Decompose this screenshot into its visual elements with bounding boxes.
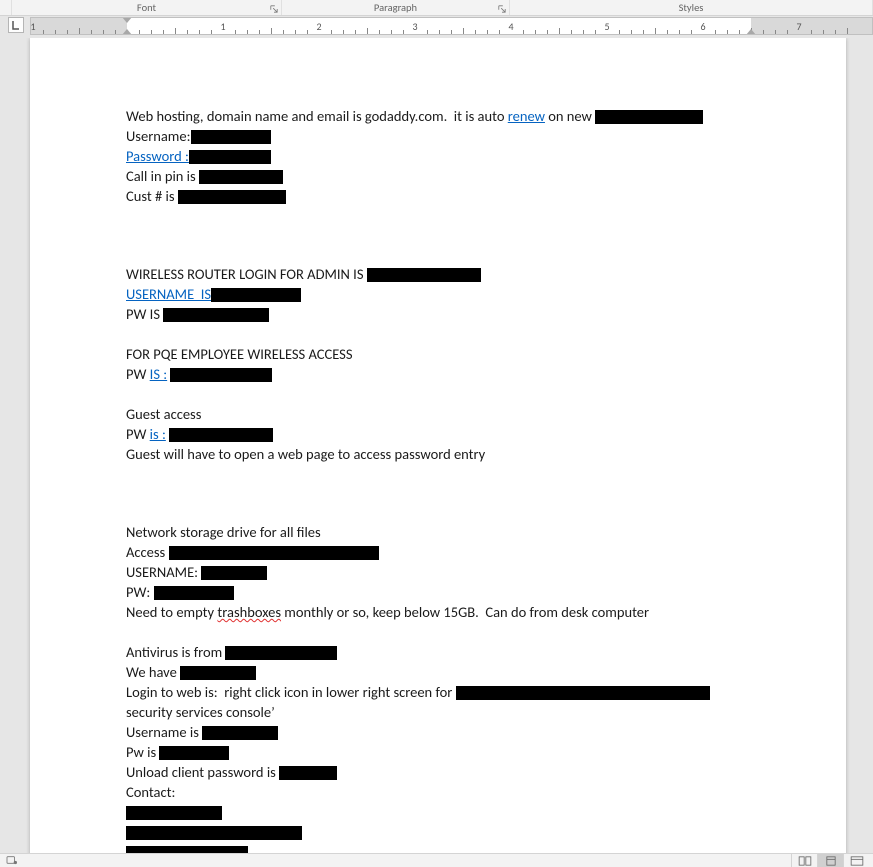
ruler-number: 4 [508, 20, 513, 33]
web-layout-view-button[interactable] [843, 854, 869, 867]
macro-recording-icon[interactable] [6, 851, 18, 867]
ribbon-group-styles: Styles [510, 0, 873, 15]
redacted-text [163, 308, 269, 322]
redacted-text [199, 170, 283, 184]
ruler-gutter [0, 16, 30, 38]
redacted-text [595, 110, 703, 124]
redacted-text [178, 190, 286, 204]
right-indent-marker[interactable] [746, 29, 756, 35]
ruler-number: 1 [220, 20, 225, 33]
document-line: Username: [126, 126, 750, 146]
document-line: Guest will have to open a web page to ac… [126, 444, 750, 464]
redacted-text [191, 130, 271, 144]
document-line: Username is [126, 722, 750, 742]
document-line: Access [126, 542, 750, 562]
redacted-text [126, 826, 302, 840]
horizontal-ruler[interactable]: 1 2 3 4 5 6 7 1 [30, 17, 873, 35]
document-line [126, 802, 750, 822]
document-line: Need to empty trashboxes monthly or so, … [126, 602, 750, 622]
document-line: WIRELESS ROUTER LOGIN FOR ADMIN IS [126, 264, 750, 284]
blank-line [126, 464, 750, 522]
ruler-number: 3 [412, 20, 417, 33]
redacted-text [279, 766, 337, 780]
hanging-indent-marker[interactable] [122, 29, 132, 35]
hyperlink[interactable]: renew [508, 107, 545, 125]
redacted-text [189, 150, 271, 164]
document-line: Password : [126, 146, 750, 166]
hyperlink[interactable]: USERNAME IS [126, 285, 211, 303]
blank-line [126, 324, 750, 344]
blank-line [126, 206, 750, 264]
document-line: Cust # is [126, 186, 750, 206]
redacted-text [201, 566, 267, 580]
hyperlink[interactable]: Password : [126, 147, 189, 165]
document-line: We have [126, 662, 750, 682]
hyperlink[interactable]: is : [150, 425, 166, 443]
document-line: FOR PQE EMPLOYEE WIRELESS ACCESS [126, 344, 750, 364]
ribbon-group-font: Font [12, 0, 282, 15]
ribbon-group-labels: Font Paragraph Styles [0, 0, 873, 16]
redacted-text [225, 646, 337, 660]
document-line: PW is : [126, 424, 750, 444]
status-bar [0, 853, 873, 867]
document-line: Guest access [126, 404, 750, 424]
redacted-text [170, 368, 272, 382]
ribbon-group-styles-label: Styles [679, 1, 704, 14]
document-line: USERNAME: [126, 562, 750, 582]
redacted-text [126, 806, 222, 820]
document-line: Network storage drive for all files [126, 522, 750, 542]
ruler-number: 7 [796, 20, 801, 33]
document-line: Web hosting, domain name and email is go… [126, 106, 750, 126]
redacted-text [456, 686, 710, 700]
document-viewport[interactable]: Web hosting, domain name and email is go… [0, 38, 873, 853]
ruler-area: 1 2 3 4 5 6 7 1 [0, 16, 873, 38]
ribbon-group-font-label: Font [137, 1, 156, 14]
ruler-number: 2 [316, 20, 321, 33]
document-line: PW: [126, 582, 750, 602]
redacted-text [169, 428, 273, 442]
spelling-error[interactable]: trashboxes [217, 603, 281, 621]
document-line: PW IS : [126, 364, 750, 384]
ruler-number: 6 [700, 20, 705, 33]
redacted-text [180, 666, 256, 680]
document-line: Antivirus is from [126, 642, 750, 662]
ribbon-group-stub [0, 0, 12, 15]
document-line: security services console’ [126, 702, 750, 722]
ribbon-group-paragraph: Paragraph [282, 0, 510, 15]
redacted-text [367, 268, 481, 282]
blank-line [126, 622, 750, 642]
document-page: Web hosting, domain name and email is go… [30, 38, 846, 853]
read-mode-view-button[interactable] [791, 854, 817, 867]
document-line: Login to web is: right click icon in low… [126, 682, 750, 702]
document-line: Call in pin is [126, 166, 750, 186]
document-line: Unload client password is [126, 762, 750, 782]
document-line: Pw is [126, 742, 750, 762]
redacted-text [154, 586, 234, 600]
hyperlink[interactable]: IS : [150, 365, 167, 383]
font-dialog-launcher[interactable] [269, 4, 279, 14]
tab-stop-selector[interactable] [8, 17, 24, 33]
redacted-text [202, 726, 278, 740]
ribbon-group-paragraph-label: Paragraph [374, 1, 417, 14]
redacted-text [159, 746, 229, 760]
print-layout-view-button[interactable] [817, 854, 843, 867]
document-line [126, 842, 750, 853]
document-line: Contact: [126, 782, 750, 802]
redacted-text [126, 846, 248, 853]
ruler-number: 1 [30, 20, 35, 33]
ruler-number: 5 [604, 20, 609, 33]
document-line [126, 822, 750, 842]
redacted-text [169, 546, 379, 560]
redacted-text [211, 288, 301, 302]
document-line: USERNAME IS [126, 284, 750, 304]
blank-line [126, 384, 750, 404]
document-line: PW IS [126, 304, 750, 324]
first-line-indent-marker[interactable] [122, 17, 132, 23]
paragraph-dialog-launcher[interactable] [497, 4, 507, 14]
